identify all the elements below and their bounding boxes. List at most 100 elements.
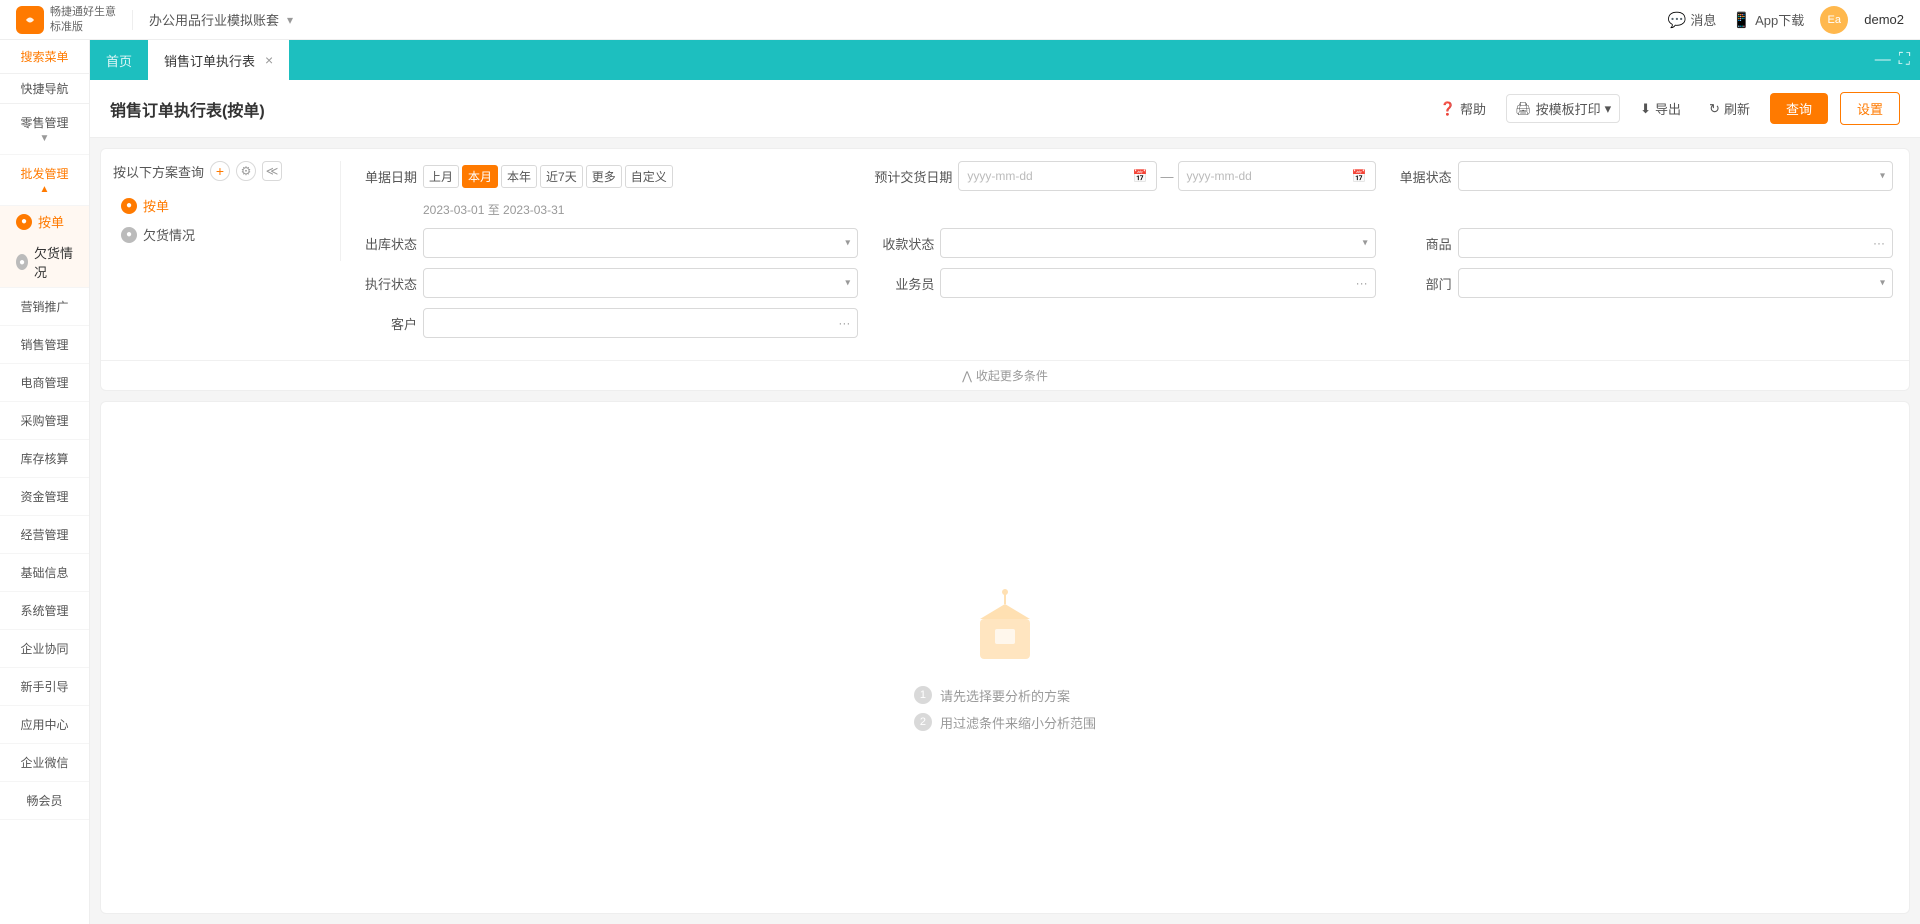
date-btn-this-month[interactable]: 本月 <box>462 165 498 188</box>
date-btn-custom[interactable]: 自定义 <box>625 165 673 188</box>
goods-more-icon[interactable]: ··· <box>1873 236 1885 250</box>
empty-state: 1 请先选择要分析的方案 2 用过滤条件来缩小分析范围 <box>100 401 1910 914</box>
tip-number-2: 2 <box>914 713 932 731</box>
sidebar-item-sales[interactable]: 销售管理 <box>0 326 89 364</box>
print-button[interactable]: 🖨 按模板打印 ▾ <box>1506 94 1620 123</box>
date-btn-last-month[interactable]: 上月 <box>423 165 459 188</box>
dept-control: ▾ <box>1458 268 1893 298</box>
sidebar-item-base-info[interactable]: 基础信息 <box>0 554 89 592</box>
sidebar-item-marketing[interactable]: 营销推广 <box>0 288 89 326</box>
sidebar-item-apps[interactable]: 应用中心 <box>0 706 89 744</box>
scheme-panel-header: 按以下方案查询 + ⚙ ≪ <box>113 161 328 181</box>
dept-select[interactable] <box>1458 268 1893 298</box>
export-button[interactable]: ⬇ 导出 <box>1632 95 1689 122</box>
scheme-panel: 按以下方案查询 + ⚙ ≪ ● 按单 ● 欠货情况 <box>101 161 341 261</box>
sidebar-item-operations[interactable]: 经营管理 <box>0 516 89 554</box>
edit-scheme-button[interactable]: ⚙ <box>236 161 256 181</box>
filter-right-panel: 单据日期 上月 本月 本年 近7天 更多 自定义 <box>341 161 1909 360</box>
refresh-icon: ↻ <box>1709 101 1720 117</box>
tab-home[interactable]: 首页 <box>90 40 148 80</box>
user-name[interactable]: demo2 <box>1864 12 1904 27</box>
sidebar-item-finance[interactable]: 资金管理 <box>0 478 89 516</box>
sidebar-item-enterprise[interactable]: 企业协同 <box>0 630 89 668</box>
message-icon: 💬 <box>1668 11 1687 29</box>
payment-status-select[interactable] <box>940 228 1375 258</box>
sidebar-sub-item-按单[interactable]: ● 按单 <box>0 206 89 237</box>
dept-dropdown-icon: ▾ <box>1880 278 1885 289</box>
filter-row-4: 客户 ··· <box>357 308 1893 338</box>
top-header: 畅捷通好生意 标准版 办公用品行业模拟账套 ▾ 💬 消息 📱 App下载 Ea … <box>0 0 1920 40</box>
customer-input[interactable] <box>423 308 858 338</box>
customer-more-icon[interactable]: ··· <box>838 316 850 330</box>
sidebar-item-purchase[interactable]: 采购管理 <box>0 402 89 440</box>
tab-bar-actions: — ⛶ <box>1875 51 1920 69</box>
tab-close-icon[interactable]: × <box>265 52 273 68</box>
print-icon: 🖨 <box>1515 101 1532 117</box>
tab-fullscreen-icon[interactable]: ⛶ <box>1899 51 1910 69</box>
add-scheme-button[interactable]: + <box>210 161 230 181</box>
status-control: ▾ <box>1458 161 1893 191</box>
payment-status-label: 收款状态 <box>874 234 934 253</box>
scheme-item-欠货情况[interactable]: ● 欠货情况 <box>113 220 328 249</box>
top-nav-dropdown-icon[interactable]: ▾ <box>287 13 293 27</box>
scheme-inactive-icon: ● <box>121 227 137 243</box>
sidebar-search[interactable]: 搜索菜单 <box>0 40 89 74</box>
sidebar-item-ecommerce[interactable]: 电商管理 <box>0 364 89 402</box>
sidebar-item-wholesale[interactable]: 批发管理 ▲ <box>0 155 89 206</box>
salesman-more-icon[interactable]: ··· <box>1356 276 1368 290</box>
exec-status-select[interactable] <box>423 268 858 298</box>
expected-date-range: yyyy-mm-dd 📅 — yyyy-mm-dd 📅 <box>958 161 1375 191</box>
sidebar-sub-item-欠货情况[interactable]: ● 欠货情况 <box>0 237 89 287</box>
goods-input[interactable] <box>1458 228 1893 258</box>
sidebar-item-system[interactable]: 系统管理 <box>0 592 89 630</box>
status-dropdown-icon: ▾ <box>1880 171 1885 182</box>
sidebar-item-guide[interactable]: 新手引导 <box>0 668 89 706</box>
collapse-scheme-button[interactable]: ≪ <box>262 161 282 181</box>
exec-status-label: 执行状态 <box>357 274 417 293</box>
tab-sales-order-execution[interactable]: 销售订单执行表 × <box>148 40 289 80</box>
filter-field-status: 单据状态 ▾ <box>1392 161 1893 191</box>
delivery-status-select[interactable] <box>423 228 858 258</box>
settings-button[interactable]: 设置 <box>1840 92 1900 125</box>
collapse-button[interactable]: ⋀ 收起更多条件 <box>962 367 1048 384</box>
top-nav-title[interactable]: 办公用品行业模拟账套 <box>149 10 279 29</box>
filter-field-dept: 部门 ▾ <box>1392 268 1893 298</box>
empty-tip-2: 2 用过滤条件来缩小分析范围 <box>914 713 1096 732</box>
app-download-action[interactable]: 📱 App下载 <box>1732 10 1804 29</box>
user-avatar[interactable]: Ea <box>1820 6 1848 34</box>
filter-row-1: 单据日期 上月 本月 本年 近7天 更多 自定义 <box>357 161 1893 191</box>
expected-date-start[interactable]: yyyy-mm-dd 📅 <box>958 161 1156 191</box>
help-button[interactable]: ❓ 帮助 <box>1432 95 1494 122</box>
date-btn-this-year[interactable]: 本年 <box>501 165 537 188</box>
sidebar-quick-nav[interactable]: 快捷导航 <box>0 74 89 104</box>
date-btn-more[interactable]: 更多 <box>586 165 622 188</box>
query-button[interactable]: 查询 <box>1770 93 1828 124</box>
tab-minimize-icon[interactable]: — <box>1875 51 1891 69</box>
print-dropdown-icon[interactable]: ▾ <box>1605 101 1612 117</box>
collapse-up-icon: ⋀ <box>962 369 972 383</box>
date-btn-7days[interactable]: 近7天 <box>540 165 583 188</box>
date-label: 单据日期 <box>357 167 417 186</box>
filter-field-exec-status: 执行状态 ▾ <box>357 268 858 298</box>
empty-tip-1: 1 请先选择要分析的方案 <box>914 686 1096 705</box>
help-icon: ❓ <box>1440 101 1456 117</box>
salesman-control: ··· <box>940 268 1375 298</box>
scheme-item-按单[interactable]: ● 按单 <box>113 191 328 220</box>
status-select[interactable] <box>1458 161 1893 191</box>
date-range-display: 2023-03-01 至 2023-03-31 <box>357 201 1893 218</box>
sidebar-item-wechat[interactable]: 企业微信 <box>0 744 89 782</box>
date-separator: — <box>1161 169 1174 184</box>
dept-label: 部门 <box>1392 274 1452 293</box>
message-action[interactable]: 💬 消息 <box>1668 10 1717 29</box>
refresh-button[interactable]: ↻ 刷新 <box>1701 95 1758 122</box>
sidebar-item-inventory[interactable]: 库存核算 <box>0 440 89 478</box>
tip-number-1: 1 <box>914 686 932 704</box>
expected-date-end[interactable]: yyyy-mm-dd 📅 <box>1178 161 1376 191</box>
main-layout: 搜索菜单 快捷导航 零售管理 ▼ 批发管理 ▲ ● 按单 ● 欠货情况 营销推广… <box>0 40 1920 924</box>
filter-field-expected-date: 预计交货日期 yyyy-mm-dd 📅 — yyyy-mm-dd <box>874 161 1375 191</box>
salesman-input[interactable] <box>940 268 1375 298</box>
sidebar-item-member[interactable]: 畅会员 <box>0 782 89 820</box>
collapse-row: ⋀ 收起更多条件 <box>101 360 1909 390</box>
sidebar-item-retail[interactable]: 零售管理 ▼ <box>0 104 89 155</box>
filter-row-3: 执行状态 ▾ 业务员 ··· <box>357 268 1893 298</box>
